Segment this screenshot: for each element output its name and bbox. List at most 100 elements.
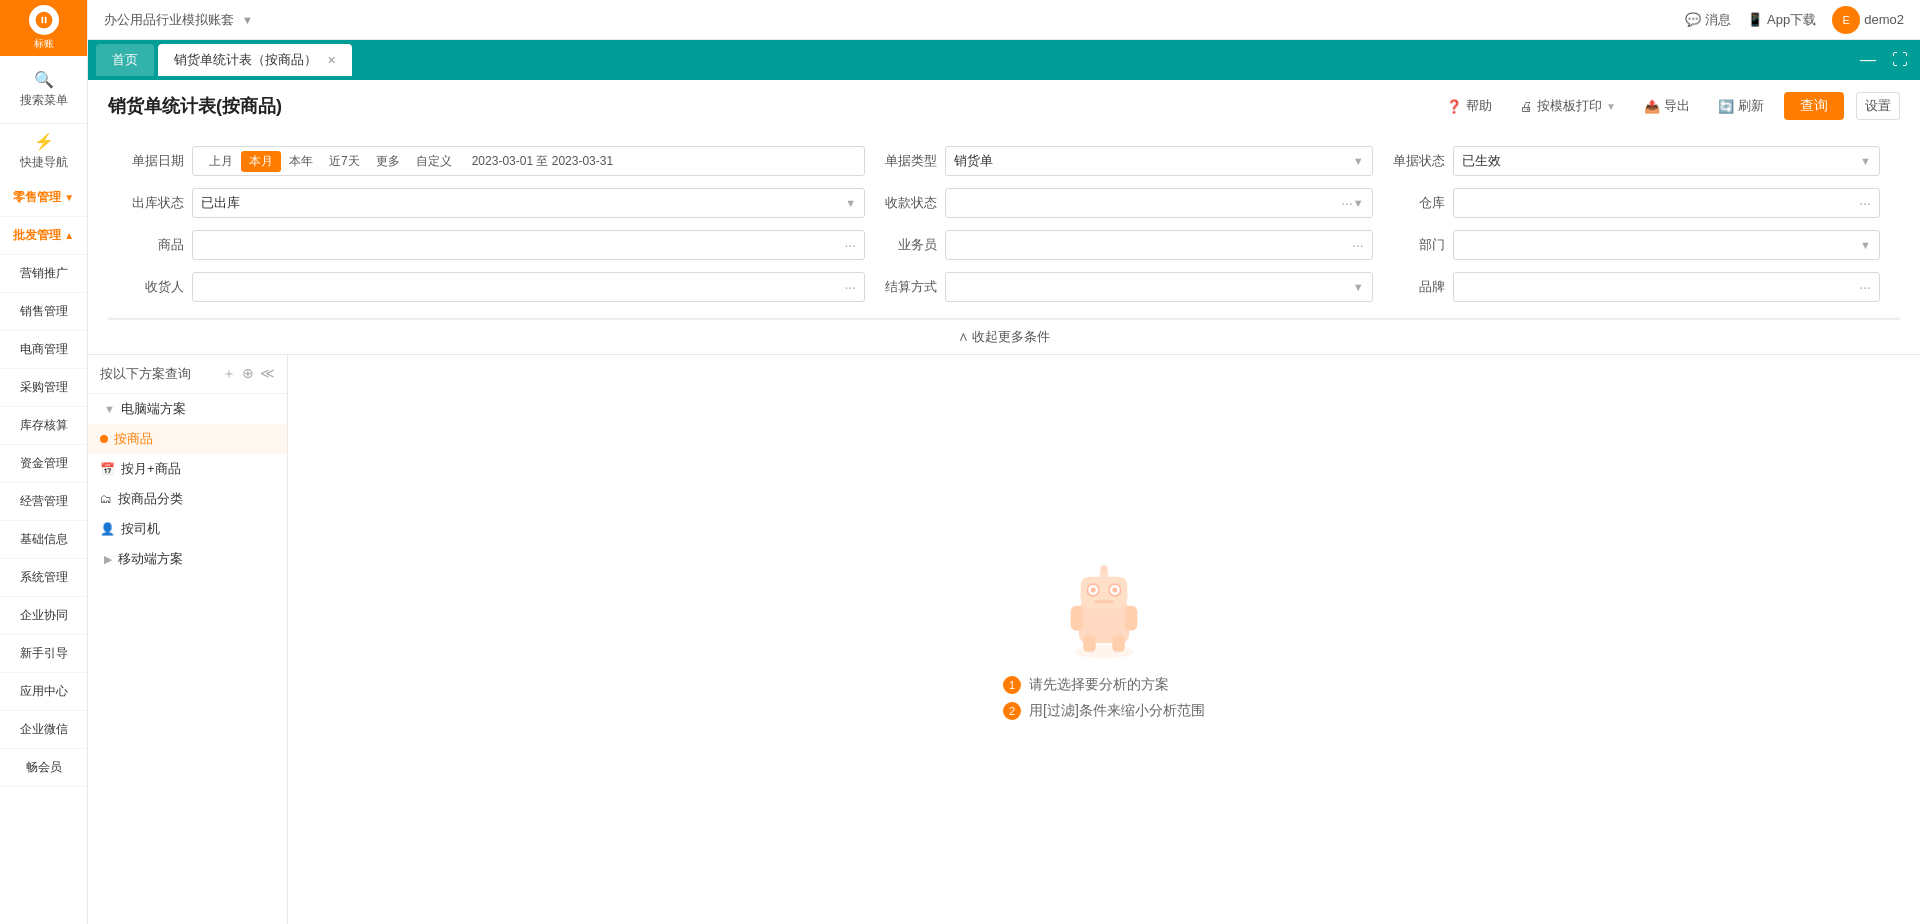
collapse-btn[interactable]: ∧ 收起更多条件 — [108, 319, 1900, 354]
tab-close-icon[interactable]: ✕ — [327, 54, 336, 67]
sidebar-item-system[interactable]: 系统管理 — [0, 559, 87, 597]
tab-home[interactable]: 首页 — [96, 44, 154, 76]
sidebar-item-operations[interactable]: 经营管理 — [0, 483, 87, 521]
sidebar-item-marketing[interactable]: 营销推广 — [0, 255, 87, 293]
tab-report[interactable]: 销货单统计表（按商品） ✕ — [158, 44, 352, 76]
payment-dropdown-icon[interactable]: ▼ — [1353, 197, 1364, 209]
date-tab-more[interactable]: 更多 — [368, 151, 408, 172]
tree-pc-group[interactable]: ▼ 电脑端方案 — [88, 394, 287, 424]
brand-dots[interactable]: ··· — [1859, 279, 1871, 295]
sidebar-item-basic[interactable]: 基础信息 — [0, 521, 87, 559]
help-btn[interactable]: ❓ 帮助 — [1438, 93, 1500, 119]
warehouse-dots[interactable]: ··· — [1859, 195, 1871, 211]
content-area: 销货单统计表(按商品) ❓ 帮助 🖨 按模板打印 ▼ 📤 导出 — [88, 80, 1920, 924]
tree-node-by-category[interactable]: 🗂 按商品分类 — [88, 484, 287, 514]
app-download-btn[interactable]: 📱 App下载 — [1747, 11, 1816, 29]
export-btn[interactable]: 📤 导出 — [1636, 93, 1698, 119]
dept-control[interactable]: ▼ — [1453, 230, 1880, 260]
add-scheme-btn[interactable]: ＋ — [222, 365, 236, 383]
node-by-product-label: 按商品 — [114, 430, 153, 448]
mobile-group-arrow: ▶ — [104, 553, 112, 566]
type-dropdown-icon[interactable]: ▼ — [1353, 155, 1364, 167]
wholesale-arrow: ▲ — [64, 230, 74, 241]
sidebar-item-purchase[interactable]: 采购管理 — [0, 369, 87, 407]
date-label: 单据日期 — [128, 152, 184, 170]
sidebar-item-finance[interactable]: 资金管理 — [0, 445, 87, 483]
sidebar-item-inventory[interactable]: 库存核算 — [0, 407, 87, 445]
tab-maximize-btn[interactable]: ⛶ — [1888, 47, 1912, 73]
status-dropdown-icon[interactable]: ▼ — [1860, 155, 1871, 167]
brand-control[interactable]: ··· — [1453, 272, 1880, 302]
sidebar-search-section[interactable]: 🔍 搜索菜单 — [0, 56, 87, 124]
date-tab-year[interactable]: 本年 — [281, 151, 321, 172]
out-status-control[interactable]: 已出库 ▼ — [192, 188, 865, 218]
filter-dept: 部门 ▼ — [1389, 230, 1880, 260]
print-btn[interactable]: 🖨 按模板打印 ▼ — [1512, 93, 1624, 119]
settlement-control[interactable]: ▼ — [945, 272, 1372, 302]
sidebar-item-member[interactable]: 畅会员 — [0, 749, 87, 787]
basic-label: 基础信息 — [20, 532, 68, 546]
settings-btn[interactable]: 设置 — [1856, 92, 1900, 120]
tree-node-by-product[interactable]: 按商品 — [88, 424, 287, 454]
sidebar-item-collab[interactable]: 企业协同 — [0, 597, 87, 635]
brand-input[interactable] — [1462, 280, 1860, 295]
date-tab-7days[interactable]: 近7天 — [321, 151, 368, 172]
settlement-dropdown-icon[interactable]: ▼ — [1353, 281, 1364, 293]
page-title-row: 销货单统计表(按商品) ❓ 帮助 🖨 按模板打印 ▼ 📤 导出 — [108, 92, 1900, 120]
salesperson-control[interactable]: ··· — [945, 230, 1372, 260]
date-tab-prev[interactable]: 上月 — [201, 151, 241, 172]
settlement-input[interactable] — [954, 280, 1353, 295]
print-arrow: ▼ — [1606, 101, 1616, 112]
tab-minimize-btn[interactable]: — — [1856, 47, 1880, 73]
date-control[interactable]: 上月 本月 本年 近7天 更多 自定义 2023-03-01 至 2023-03… — [192, 146, 865, 176]
tree-mobile-group[interactable]: ▶ 移动端方案 — [88, 544, 287, 574]
type-control[interactable]: 销货单 ▼ — [945, 146, 1372, 176]
app-dropdown-arrow[interactable]: ▼ — [242, 14, 253, 26]
sidebar-item-ecommerce[interactable]: 电商管理 — [0, 331, 87, 369]
dept-dropdown-icon[interactable]: ▼ — [1860, 239, 1871, 251]
dept-input[interactable] — [1462, 238, 1861, 253]
collapse-panel-btn[interactable]: ≪ — [260, 365, 275, 383]
receiver-control[interactable]: ··· — [192, 272, 865, 302]
goods-dots[interactable]: ··· — [844, 237, 856, 253]
date-tab-cur[interactable]: 本月 — [241, 151, 281, 172]
payment-control[interactable]: ··· ▼ — [945, 188, 1372, 218]
sidebar-item-newbie[interactable]: 新手引导 — [0, 635, 87, 673]
salesperson-dots[interactable]: ··· — [1352, 237, 1364, 253]
warehouse-control[interactable]: ··· — [1453, 188, 1880, 218]
payment-input[interactable] — [954, 196, 1341, 211]
user-btn[interactable]: E demo2 — [1832, 6, 1904, 34]
sidebar-item-sales[interactable]: 销售管理 — [0, 293, 87, 331]
message-label: 消息 — [1705, 11, 1731, 29]
receiver-input[interactable] — [201, 280, 844, 295]
status-control[interactable]: 已生效 ▼ — [1453, 146, 1880, 176]
goods-control[interactable]: ··· — [192, 230, 865, 260]
svg-point-13 — [1101, 565, 1108, 572]
receiver-dots[interactable]: ··· — [844, 279, 856, 295]
out-status-dropdown-icon[interactable]: ▼ — [845, 197, 856, 209]
sidebar-item-wechat[interactable]: 企业微信 — [0, 711, 87, 749]
refresh-btn[interactable]: 🔄 刷新 — [1710, 93, 1772, 119]
warehouse-input[interactable] — [1462, 196, 1860, 211]
status-label: 单据状态 — [1389, 152, 1445, 170]
sidebar-item-retail[interactable]: 零售管理 ▼ — [0, 179, 87, 217]
sidebar-item-appcenter[interactable]: 应用中心 — [0, 673, 87, 711]
appcenter-label: 应用中心 — [20, 684, 68, 698]
goods-input[interactable] — [201, 238, 844, 253]
date-range-value: 2023-03-01 至 2023-03-31 — [472, 153, 613, 170]
payment-dots[interactable]: ··· — [1341, 195, 1353, 211]
sidebar-nav-link[interactable]: ⚡ 快捷导航 — [0, 124, 87, 179]
logo-text: 标账 — [34, 37, 54, 51]
sidebar-item-wholesale[interactable]: 批发管理 ▲ — [0, 217, 87, 255]
query-btn[interactable]: 查询 — [1784, 92, 1844, 120]
tree-node-by-driver[interactable]: 👤 按司机 — [88, 514, 287, 544]
filter-salesperson: 业务员 ··· — [881, 230, 1372, 260]
edit-scheme-btn[interactable]: ⊕ — [242, 365, 254, 383]
sidebar-search[interactable]: 🔍 搜索菜单 — [0, 62, 87, 117]
tree-node-by-month-product[interactable]: 📅 按月+商品 — [88, 454, 287, 484]
message-btn[interactable]: 💬 消息 — [1685, 11, 1731, 29]
tabbar: 首页 销货单统计表（按商品） ✕ — ⛶ — [88, 40, 1920, 80]
type-label: 单据类型 — [881, 152, 937, 170]
date-tab-custom[interactable]: 自定义 — [408, 151, 460, 172]
salesperson-input[interactable] — [954, 238, 1352, 253]
